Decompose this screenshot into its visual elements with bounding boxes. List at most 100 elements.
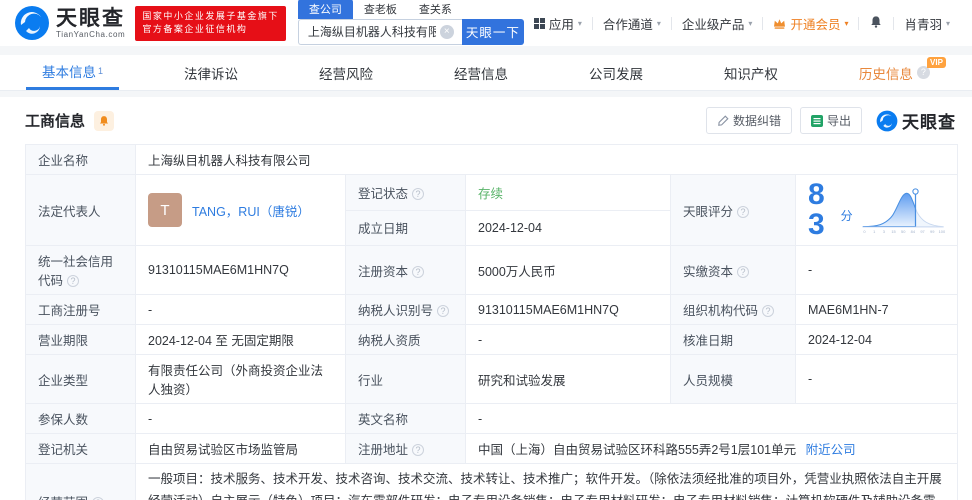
table-row: 参保人数 - 英文名称 - (26, 404, 958, 434)
info-icon[interactable]: ? (437, 305, 449, 317)
reg-address-value: 中国（上海）自由贸易试验区环科路555弄2号1层101单元 (478, 443, 796, 457)
section-title: 工商信息 (25, 110, 85, 131)
legal-rep-link[interactable]: TANG，RUI（唐锐） (192, 201, 310, 220)
bell-icon (869, 15, 883, 32)
nav-open-vip[interactable]: 开通会员 ▾ (763, 14, 858, 33)
avatar[interactable]: T (148, 193, 182, 227)
tab-history-info[interactable]: VIP 历史信息 ? (843, 55, 946, 90)
nav-partner-channel[interactable]: 合作通道 ▾ (593, 14, 671, 33)
crown-icon (773, 18, 786, 29)
field-label: 工商注册号 (26, 295, 136, 325)
table-row: 统一社会信用代码? 91310115MAE6M1HN7Q 注册资本? 5000万… (26, 246, 958, 295)
clear-search-icon[interactable]: × (440, 25, 454, 39)
legal-rep-cell: T TANG，RUI（唐锐） (136, 175, 346, 246)
search-input[interactable] (298, 19, 462, 45)
tab-legal-litigation[interactable]: 法律诉讼 (168, 55, 254, 90)
info-icon[interactable]: ? (412, 188, 424, 200)
info-icon[interactable]: ? (67, 275, 79, 287)
reg-capital-value: 5000万人民币 (466, 246, 671, 295)
table-row: 营业期限 2024-12-04 至 无固定期限 纳税人资质 - 核准日期 202… (26, 325, 958, 355)
export-button[interactable]: 导出 (800, 107, 862, 134)
tab-intellectual-property[interactable]: 知识产权 (708, 55, 794, 90)
field-label: 法定代表人 (26, 175, 136, 246)
info-icon[interactable]: ? (737, 206, 749, 218)
taxpayer-id-value: 91310115MAE6M1HN7Q (466, 295, 671, 325)
field-label: 营业期限 (26, 325, 136, 355)
top-nav: 应用 ▾ 合作通道 ▾ 企业级产品 ▾ 开通会员 ▾ 肖青羽 (524, 14, 960, 33)
field-label: 纳税人识别号? (346, 295, 466, 325)
chevron-down-icon: ▾ (657, 19, 661, 28)
info-icon[interactable]: ? (412, 444, 424, 456)
nav-apps[interactable]: 应用 ▾ (524, 14, 592, 33)
chevron-down-icon: ▾ (946, 19, 950, 28)
search-button[interactable]: 天眼一下 (462, 19, 524, 45)
tab-business-risk[interactable]: 经营风险 (303, 55, 389, 90)
nav-notifications[interactable] (859, 15, 893, 32)
business-scope-value: 一般项目：技术服务、技术开发、技术咨询、技术交流、技术转让、技术推广；软件开发。… (136, 464, 958, 500)
subscribe-bell-icon[interactable] (94, 111, 114, 131)
top-header: 天眼查 TianYanCha.com 国家中小企业发展子基金旗下 官方备案企业征… (0, 0, 972, 46)
table-row: 法定代表人 T TANG，RUI（唐锐） 登记状态? 存续 天眼评分? 83 (26, 175, 958, 211)
tab-basic-info[interactable]: 基本信息1 (26, 55, 119, 90)
watermark-logo: 天眼查 (876, 108, 956, 133)
tianyancha-logo[interactable]: 天眼查 TianYanCha.com (14, 5, 125, 41)
svg-text:1: 1 (873, 229, 875, 234)
company-section-tabs: 基本信息1 法律诉讼 经营风险 经营信息 公司发展 知识产权 VIP 历史信息 … (0, 55, 972, 91)
score-value: 83 (808, 180, 839, 240)
tyc-score-cell[interactable]: 83 分 (796, 175, 958, 246)
chevron-down-icon: ▾ (844, 19, 848, 28)
search-tab-boss[interactable]: 查老板 (353, 0, 408, 19)
field-label: 成立日期 (346, 210, 466, 246)
company-name-value: 上海纵目机器人科技有限公司 (136, 145, 958, 175)
field-label: 参保人数 (26, 404, 136, 434)
search-tab-company[interactable]: 查公司 (298, 0, 353, 19)
nearby-companies-link[interactable]: 附近公司 (806, 443, 856, 457)
search-tabs: 查公司 查老板 查关系 (298, 2, 524, 19)
score-unit: 分 (841, 207, 853, 224)
gov-credit-badge: 国家中小企业发展子基金旗下 官方备案企业征信机构 (135, 6, 286, 41)
divider (0, 46, 972, 55)
english-name-value: - (466, 404, 958, 434)
field-label: 天眼评分? (671, 175, 796, 246)
credit-code-value: 91310115MAE6M1HN7Q (136, 246, 346, 295)
taxpayer-quality-value: - (466, 325, 671, 355)
table-row: 登记机关 自由贸易试验区市场监管局 注册地址? 中国（上海）自由贸易试验区环科路… (26, 434, 958, 464)
score-bell-curve-chart: 0 1 3 15 50 84 97 99 100 (861, 183, 945, 237)
svg-text:84: 84 (910, 229, 915, 234)
field-label: 登记机关 (26, 434, 136, 464)
business-term-value: 2024-12-04 至 无固定期限 (136, 325, 346, 355)
data-correction-button[interactable]: 数据纠错 (706, 107, 792, 134)
tab-company-development[interactable]: 公司发展 (573, 55, 659, 90)
field-label: 核准日期 (671, 325, 796, 355)
vip-badge: VIP (927, 57, 946, 68)
field-label: 经营范围? (26, 464, 136, 500)
svg-text:97: 97 (920, 229, 924, 234)
table-row: 经营范围? 一般项目：技术服务、技术开发、技术咨询、技术交流、技术转让、技术推广… (26, 464, 958, 500)
brand-domain: TianYanCha.com (56, 31, 125, 39)
svg-text:0: 0 (863, 229, 866, 234)
field-label: 组织机构代码? (671, 295, 796, 325)
info-icon[interactable]: ? (737, 266, 749, 278)
field-label: 注册资本? (346, 246, 466, 295)
reg-status-value: 存续 (466, 175, 671, 211)
edit-icon (717, 115, 729, 127)
field-label: 注册地址? (346, 434, 466, 464)
svg-text:15: 15 (891, 229, 896, 234)
org-code-value: MAE6M1HN-7 (796, 295, 958, 325)
field-label: 英文名称 (346, 404, 466, 434)
field-label: 企业名称 (26, 145, 136, 175)
approval-date-value: 2024-12-04 (796, 325, 958, 355)
tianyancha-swirl-icon (876, 110, 898, 132)
info-icon[interactable]: ? (412, 266, 424, 278)
nav-enterprise-products[interactable]: 企业级产品 ▾ (672, 14, 763, 33)
search-tab-relation[interactable]: 查关系 (408, 0, 463, 19)
field-label: 登记状态? (346, 175, 466, 211)
tab-business-info[interactable]: 经营信息 (438, 55, 524, 90)
nav-user-menu[interactable]: 肖青羽 ▾ (894, 14, 960, 33)
search-area: 查公司 查老板 查关系 × 天眼一下 (298, 2, 524, 45)
table-row: 企业类型 有限责任公司（外商投资企业法人独资） 行业 研究和试验发展 人员规模 … (26, 355, 958, 404)
info-icon[interactable]: ? (762, 305, 774, 317)
user-name: 肖青羽 (904, 14, 942, 33)
business-info-card: 工商信息 数据纠错 导出 天眼查 (0, 97, 972, 500)
staff-size-value: - (796, 355, 958, 404)
